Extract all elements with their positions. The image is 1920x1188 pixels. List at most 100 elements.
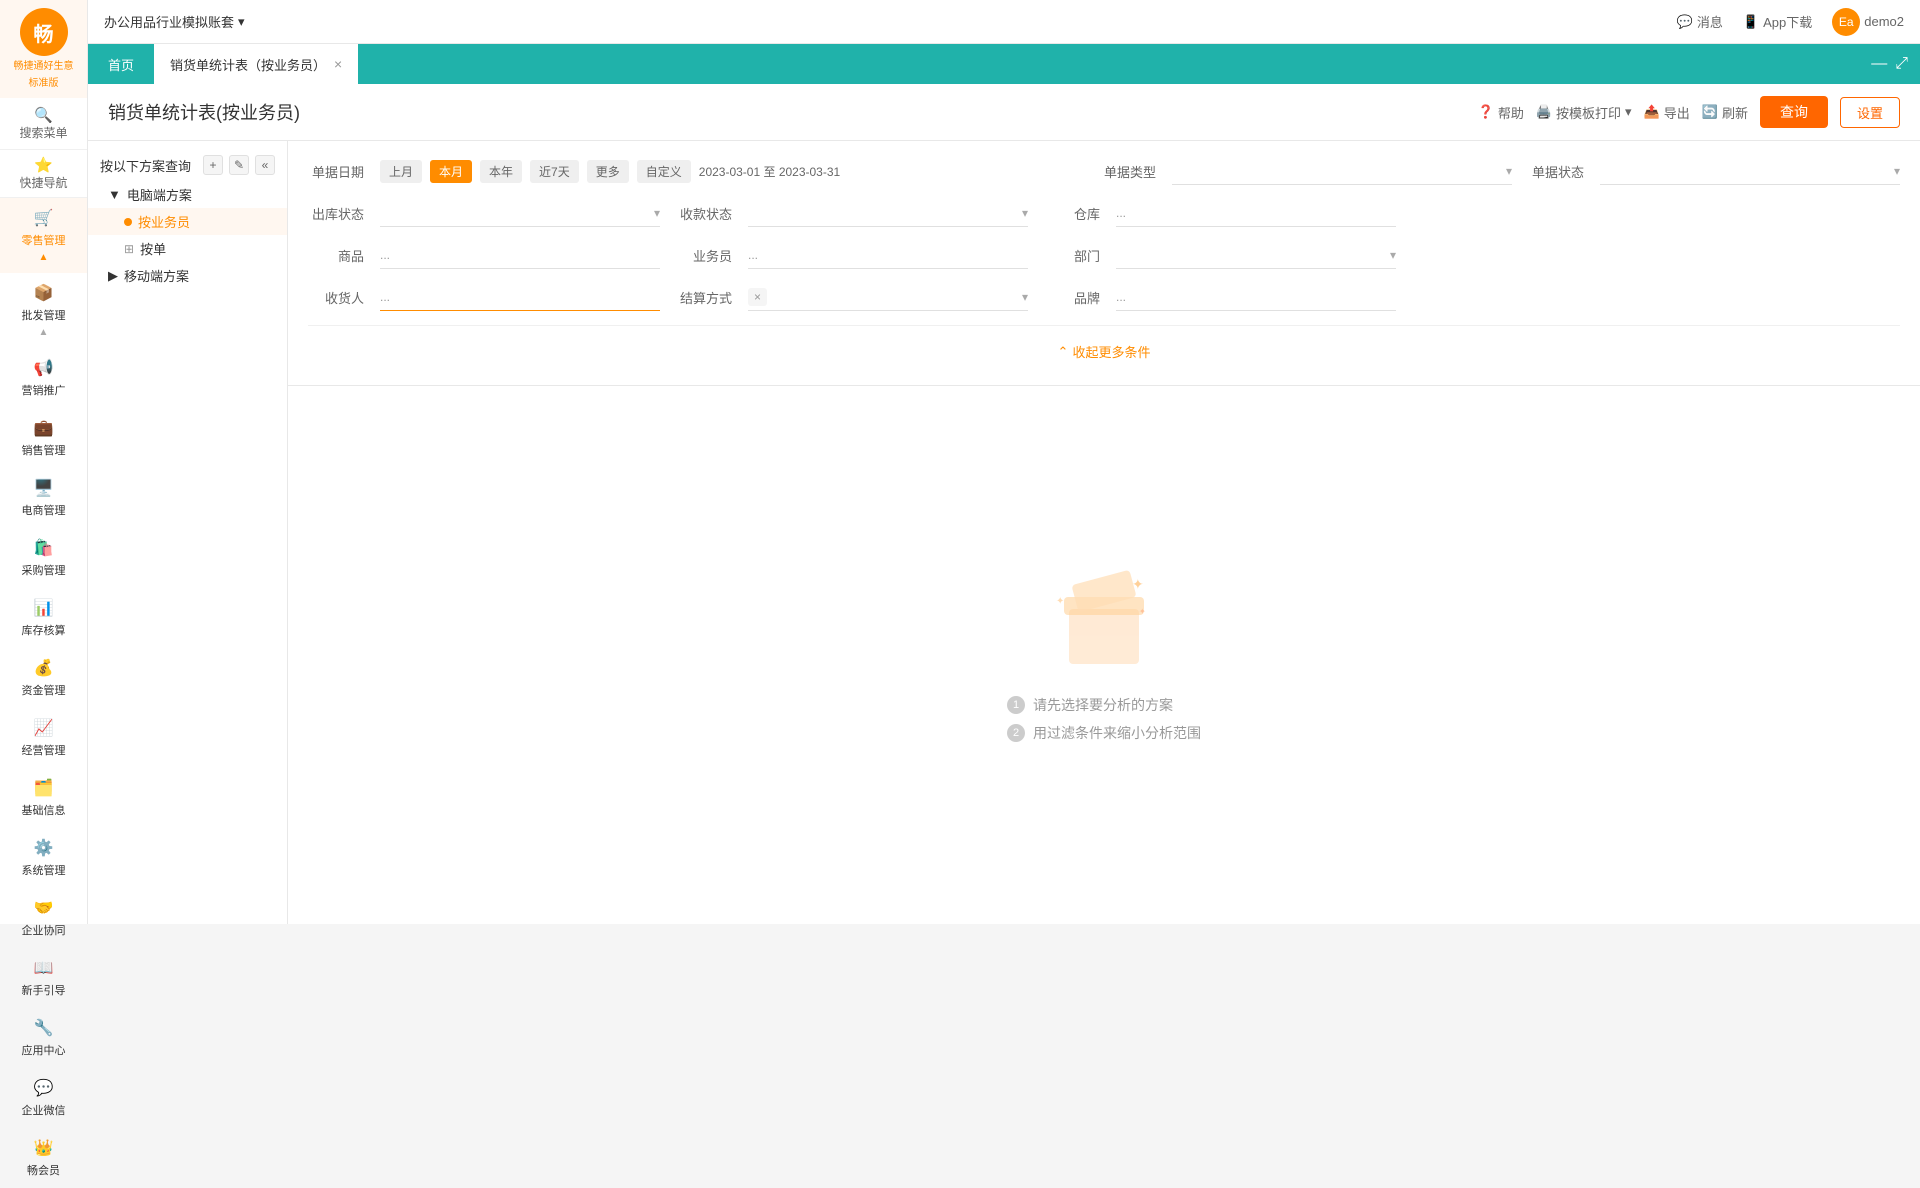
tab-home[interactable]: 首页 xyxy=(88,44,154,84)
date-this-month-btn[interactable]: 本月 xyxy=(430,160,472,183)
page-content: 销货单统计表(按业务员) ❓ 帮助 🖨️ 按模板打印 ▾ 📤 导出 🔄 刷 xyxy=(88,84,1920,924)
doc-status-input[interactable]: ▾ xyxy=(1600,157,1900,185)
sidebar-quicknav[interactable]: ⭐ 快捷导航 xyxy=(0,150,87,198)
base-icon: 🗂️ xyxy=(34,778,54,798)
left-panel: 按以下方案查询 + ✎ « ▼ 电脑端方案 按业务员 ⊞ xyxy=(88,141,288,924)
left-panel-header: 按以下方案查询 + ✎ « xyxy=(88,149,287,181)
sidebar-search[interactable]: 🔍 搜索菜单 xyxy=(0,98,87,150)
dept-input[interactable]: ▾ xyxy=(1116,241,1396,269)
collapse-panel-btn[interactable]: « xyxy=(255,155,275,175)
header-actions: 💬 消息 📱 App下载 Ea demo2 xyxy=(1677,8,1904,36)
collapse-label: 收起更多条件 xyxy=(1072,342,1150,361)
app-download-btn[interactable]: 📱 App下载 xyxy=(1743,12,1812,31)
empty-state: ✦ ✦ ✦ 1 请先选择要分析的方案 2 用过 xyxy=(288,386,1920,924)
out-status-input[interactable]: ▾ xyxy=(380,199,660,227)
staff-input[interactable]: ... xyxy=(748,241,1028,269)
svg-text:✦: ✦ xyxy=(1139,607,1146,616)
tab-maximize-btn[interactable]: ⤢ xyxy=(1895,55,1908,73)
logo-text: 畅捷通好生意 xyxy=(10,58,78,75)
retail-icon: 🛒 xyxy=(34,208,54,228)
dept-label: 部门 xyxy=(1044,246,1100,265)
filter-row-3: 商品 ... 业务员 ... 部门 ▾ xyxy=(308,241,1900,269)
inventory-icon: 📊 xyxy=(34,598,54,618)
breadcrumb-dropdown[interactable]: 办公用品行业模拟账套 ▾ xyxy=(104,12,245,31)
tab-active[interactable]: 销货单统计表（按业务员） × xyxy=(154,44,358,84)
sidebar-item-ecommerce[interactable]: 🖥️ 电商管理 xyxy=(0,468,87,528)
brand-input[interactable]: ... xyxy=(1116,283,1396,311)
refresh-icon: 🔄 xyxy=(1702,104,1718,120)
refresh-label: 刷新 xyxy=(1722,103,1748,122)
consignee-label: 收货人 xyxy=(308,288,364,307)
staff-label: 业务员 xyxy=(676,246,732,265)
ecommerce-icon: 🖥️ xyxy=(34,478,54,498)
sidebar-item-wechat[interactable]: 💬 企业微信 xyxy=(0,1068,87,1128)
date-range-text: 2023-03-01 至 2023-03-31 xyxy=(699,163,840,180)
sidebar-item-system[interactable]: ⚙️ 系统管理 xyxy=(0,828,87,888)
edit-scheme-btn[interactable]: ✎ xyxy=(229,155,249,175)
settings-button[interactable]: 设置 xyxy=(1840,97,1900,128)
sidebar: 畅 畅捷通好生意 标准版 🔍 搜索菜单 ⭐ 快捷导航 🛒 零售管理 ▲ 📦 批发… xyxy=(0,0,88,924)
date-more-btn[interactable]: 更多 xyxy=(587,160,629,183)
product-input[interactable]: ... xyxy=(380,241,660,269)
message-btn[interactable]: 💬 消息 xyxy=(1677,12,1723,31)
date-last-month-btn[interactable]: 上月 xyxy=(380,160,422,183)
content-wrapper: 按以下方案查询 + ✎ « ▼ 电脑端方案 按业务员 ⊞ xyxy=(88,141,1920,924)
date-this-year-btn[interactable]: 本年 xyxy=(480,160,522,183)
consignee-input[interactable]: ... xyxy=(380,283,660,311)
sidebar-item-member[interactable]: 👑 畅会员 xyxy=(0,1128,87,1188)
query-button[interactable]: 查询 xyxy=(1760,96,1828,128)
add-scheme-btn[interactable]: + xyxy=(203,155,223,175)
quicknav-label: 快捷导航 xyxy=(0,174,87,191)
left-panel-actions: + ✎ « xyxy=(203,155,275,175)
export-btn[interactable]: 📤 导出 xyxy=(1644,103,1690,122)
user-area[interactable]: Ea demo2 xyxy=(1832,8,1904,36)
sidebar-item-inventory[interactable]: 📊 库存核算 xyxy=(0,588,87,648)
tab-close-btn[interactable]: × xyxy=(334,56,342,72)
help-btn[interactable]: ❓ 帮助 xyxy=(1478,103,1524,122)
collapse-row: ⌃ 收起更多条件 xyxy=(308,325,1900,369)
collapse-btn[interactable]: ⌃ 收起更多条件 xyxy=(308,334,1900,369)
collapse-icon: ⌃ xyxy=(1058,344,1069,360)
business-icon: 📈 xyxy=(34,718,54,738)
print-btn[interactable]: 🖨️ 按模板打印 ▾ xyxy=(1536,103,1632,122)
sidebar-item-purchase[interactable]: 🛍️ 采购管理 xyxy=(0,528,87,588)
sidebar-item-apps[interactable]: 🔧 应用中心 xyxy=(0,1008,87,1068)
doc-status-arrow: ▾ xyxy=(1894,164,1900,178)
warehouse-input[interactable]: ... xyxy=(1116,199,1396,227)
receipt-status-input[interactable]: ▾ xyxy=(748,199,1028,227)
page-header-actions: ❓ 帮助 🖨️ 按模板打印 ▾ 📤 导出 🔄 刷新 查询 设置 xyxy=(1478,96,1900,128)
date-custom-btn[interactable]: 自定义 xyxy=(637,160,691,183)
tree-item-by-order[interactable]: ⊞ 按单 xyxy=(88,235,287,262)
print-arrow: ▾ xyxy=(1625,104,1632,120)
breadcrumb-text: 办公用品行业模拟账套 xyxy=(104,12,234,31)
sidebar-item-business[interactable]: 📈 经营管理 xyxy=(0,708,87,768)
refresh-btn[interactable]: 🔄 刷新 xyxy=(1702,103,1748,122)
sidebar-item-sales[interactable]: 💼 销售管理 xyxy=(0,408,87,468)
tree-pc-section: ▼ 电脑端方案 xyxy=(88,181,287,208)
sidebar-item-base[interactable]: 🗂️ 基础信息 xyxy=(0,768,87,828)
sidebar-item-retail[interactable]: 🛒 零售管理 ▲ xyxy=(0,198,87,273)
tab-minimize-btn[interactable]: — xyxy=(1871,55,1887,73)
tree-item-by-staff[interactable]: 按业务员 xyxy=(88,208,287,235)
payment-tag-close[interactable]: × xyxy=(754,290,761,304)
tab-bar: 首页 销货单统计表（按业务员） × — ⤢ xyxy=(88,44,1920,84)
doc-type-arrow: ▾ xyxy=(1506,164,1512,178)
empty-steps-list: 1 请先选择要分析的方案 2 用过滤条件来缩小分析范围 xyxy=(1007,695,1201,751)
step-2-num: 2 xyxy=(1007,724,1025,742)
breadcrumb-area: 办公用品行业模拟账套 ▾ xyxy=(104,12,245,31)
sidebar-item-marketing[interactable]: 📢 营销推广 xyxy=(0,348,87,408)
payment-tag: × xyxy=(748,288,767,306)
sidebar-item-finance[interactable]: 💰 资金管理 xyxy=(0,648,87,708)
logo-icon: 畅 xyxy=(20,8,68,56)
tree-mobile-section[interactable]: ▶ 移动端方案 xyxy=(88,262,287,289)
empty-illustration: ✦ ✦ ✦ xyxy=(1044,559,1164,679)
tab-bar-actions: — ⤢ xyxy=(1871,55,1920,73)
app-download-label: App下载 xyxy=(1763,12,1812,31)
sidebar-item-wholesale[interactable]: 📦 批发管理 ▲ xyxy=(0,273,87,348)
doc-type-input[interactable]: ▾ xyxy=(1172,157,1512,185)
sidebar-item-guide[interactable]: 📖 新手引导 xyxy=(0,948,87,1008)
payment-input[interactable]: × ▾ xyxy=(748,283,1028,311)
sidebar-item-enterprise[interactable]: 🤝 企业协同 xyxy=(0,888,87,948)
search-label: 搜索菜单 xyxy=(0,124,87,141)
date-last7-btn[interactable]: 近7天 xyxy=(530,160,579,183)
